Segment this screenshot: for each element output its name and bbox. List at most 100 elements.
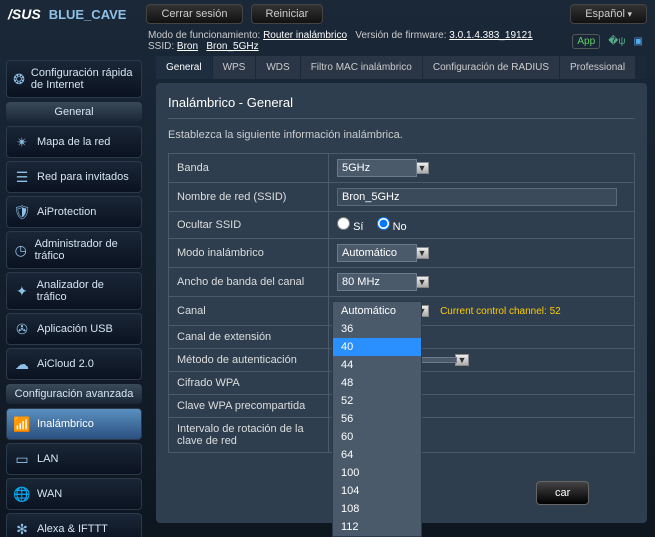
sidebar-item-guest[interactable]: ☰ Red para invitados: [6, 161, 142, 193]
channel-option[interactable]: 112: [333, 518, 421, 536]
tab-radius[interactable]: Configuración de RADIUS: [423, 56, 560, 79]
dropdown-arrow-icon[interactable]: ▼: [455, 354, 469, 366]
channel-option[interactable]: 36: [333, 320, 421, 338]
usb-icon[interactable]: �ψ: [608, 36, 625, 47]
channel-option[interactable]: 40: [333, 338, 421, 356]
sidebar-label: LAN: [37, 453, 58, 465]
sidebar-label: AiCloud 2.0: [37, 358, 94, 370]
channel-option[interactable]: 64: [333, 446, 421, 464]
dropdown-arrow-icon[interactable]: ▼: [415, 276, 429, 288]
language-dropdown[interactable]: Español: [570, 4, 647, 24]
tab-general[interactable]: General: [156, 56, 213, 79]
hide-ssid-yes[interactable]: Sí: [337, 221, 363, 233]
app-icon[interactable]: App: [572, 34, 600, 49]
sidebar-item-lan[interactable]: ▭ LAN: [6, 443, 142, 475]
sidebar-item-network-map[interactable]: ✴Mapa de la red: [6, 126, 142, 158]
shield-icon: 🛡: [13, 203, 31, 221]
label-psk: Clave WPA precompartida: [169, 395, 329, 418]
sidebar-item-aiprotection[interactable]: 🛡 AiProtection: [6, 196, 142, 228]
label-wpa: Cifrado WPA: [169, 372, 329, 395]
top-bar: /SUS BLUE_CAVE Cerrar sesión Reiniciar E…: [0, 0, 655, 28]
hide-ssid-no[interactable]: No: [377, 221, 407, 233]
sidebar-item-wan[interactable]: 🌐WAN: [6, 478, 142, 510]
network-icon[interactable]: ▣: [634, 36, 643, 47]
channel-option[interactable]: 52: [333, 392, 421, 410]
lan-icon: ▭: [13, 450, 31, 468]
channel-option[interactable]: 108: [333, 500, 421, 518]
channel-option[interactable]: 56: [333, 410, 421, 428]
band-select[interactable]: 5GHz: [337, 159, 417, 177]
tab-wps[interactable]: WPS: [213, 56, 257, 79]
label-ext-channel: Canal de extensión: [169, 326, 329, 349]
sidebar-label: Inalámbrico: [37, 418, 94, 430]
sidebar: ❂ Configuración rápida de Internet Gener…: [0, 56, 148, 537]
fw-label: Versión de firmware:: [355, 30, 446, 41]
bandwidth-select[interactable]: 80 MHz: [337, 273, 417, 291]
dropdown-arrow-icon[interactable]: ▼: [415, 162, 429, 174]
sidebar-label: Configuración rápida de Internet: [31, 67, 135, 91]
reboot-button[interactable]: Reiniciar: [251, 4, 324, 24]
tab-mac-filter[interactable]: Filtro MAC inalámbrico: [301, 56, 423, 79]
globe-icon: ❂: [13, 70, 25, 88]
alexa-icon: ✻: [13, 520, 31, 537]
sidebar-item-traffic-analyzer[interactable]: ✦ Analizador de tráfico: [6, 272, 142, 310]
sidebar-section-general: General: [6, 102, 142, 122]
channel-option[interactable]: 104: [333, 482, 421, 500]
sidebar-label: Alexa & IFTTT: [37, 523, 108, 535]
info-bar: Modo de funcionamiento: Router inalámbri…: [0, 28, 655, 56]
channel-option[interactable]: 100: [333, 464, 421, 482]
panel-desc: Establezca la siguiente información inal…: [168, 129, 635, 141]
sidebar-section-advanced: Configuración avanzada: [6, 384, 142, 404]
sidebar-item-aicloud[interactable]: ☁ AiCloud 2.0: [6, 348, 142, 380]
apply-button[interactable]: car: [536, 481, 589, 505]
sidebar-item-usb-app[interactable]: ✇ Aplicación USB: [6, 313, 142, 345]
label-mode: Modo inalámbrico: [169, 239, 329, 268]
ssid2-link[interactable]: Bron_5GHz: [206, 41, 258, 52]
fw-link[interactable]: 3.0.1.4.383_19121: [449, 30, 532, 41]
channel-option[interactable]: 44: [333, 356, 421, 374]
sidebar-quick-setup[interactable]: ❂ Configuración rápida de Internet: [6, 60, 142, 98]
sidebar-label: Red para invitados: [37, 171, 129, 183]
chart-icon: ✦: [13, 282, 31, 300]
label-channel: Canal: [169, 297, 329, 326]
channel-hint: Current control channel: 52: [440, 306, 561, 317]
label-bandwidth: Ancho de banda del canal: [169, 268, 329, 297]
ssid-label: SSID:: [148, 41, 174, 52]
sidebar-label: Analizador de tráfico: [37, 279, 135, 303]
sidebar-label: WAN: [37, 488, 62, 500]
label-band: Banda: [169, 154, 329, 183]
label-rekey: Intervalo de rotación de la clave de red: [169, 418, 329, 453]
channel-option[interactable]: 48: [333, 374, 421, 392]
label-ssid: Nombre de red (SSID): [169, 183, 329, 212]
sidebar-label: Aplicación USB: [37, 323, 113, 335]
label-hide-ssid: Ocultar SSID: [169, 212, 329, 239]
sidebar-item-wireless[interactable]: 📶 Inalámbrico: [6, 408, 142, 440]
ssid-input[interactable]: [337, 188, 617, 206]
sidebar-label: AiProtection: [37, 206, 96, 218]
tab-bar: General WPS WDS Filtro MAC inalámbrico C…: [156, 56, 647, 79]
guest-icon: ☰: [13, 168, 31, 186]
logout-button[interactable]: Cerrar sesión: [146, 4, 242, 24]
tab-wds[interactable]: WDS: [256, 56, 300, 79]
sidebar-label: Administrador de tráfico: [35, 238, 135, 262]
dropdown-arrow-icon[interactable]: ▼: [415, 247, 429, 259]
wifi-icon: 📶: [13, 415, 31, 433]
meter-icon: ◷: [13, 241, 29, 259]
mode-select[interactable]: Automático: [337, 244, 417, 262]
mode-label: Modo de funcionamiento:: [148, 30, 260, 41]
mode-link[interactable]: Router inalámbrico: [263, 30, 347, 41]
panel-title: Inalámbrico - General: [168, 95, 635, 119]
tab-professional[interactable]: Professional: [560, 56, 636, 79]
sidebar-item-traffic-admin[interactable]: ◷ Administrador de tráfico: [6, 231, 142, 269]
sidebar-item-alexa[interactable]: ✻ Alexa & IFTTT: [6, 513, 142, 537]
ssid1-link[interactable]: Bron: [177, 41, 198, 52]
channel-option[interactable]: 60: [333, 428, 421, 446]
brand-logo: /SUS: [8, 6, 41, 22]
channel-dropdown-list[interactable]: Automático3640444852566064100104108112: [332, 301, 422, 537]
cloud-icon: ☁: [13, 355, 31, 373]
channel-option[interactable]: Automático: [333, 302, 421, 320]
content-area: General WPS WDS Filtro MAC inalámbrico C…: [148, 56, 655, 537]
map-icon: ✴: [13, 133, 31, 151]
usb-icon: ✇: [13, 320, 31, 338]
model-name: BLUE_CAVE: [49, 7, 127, 22]
